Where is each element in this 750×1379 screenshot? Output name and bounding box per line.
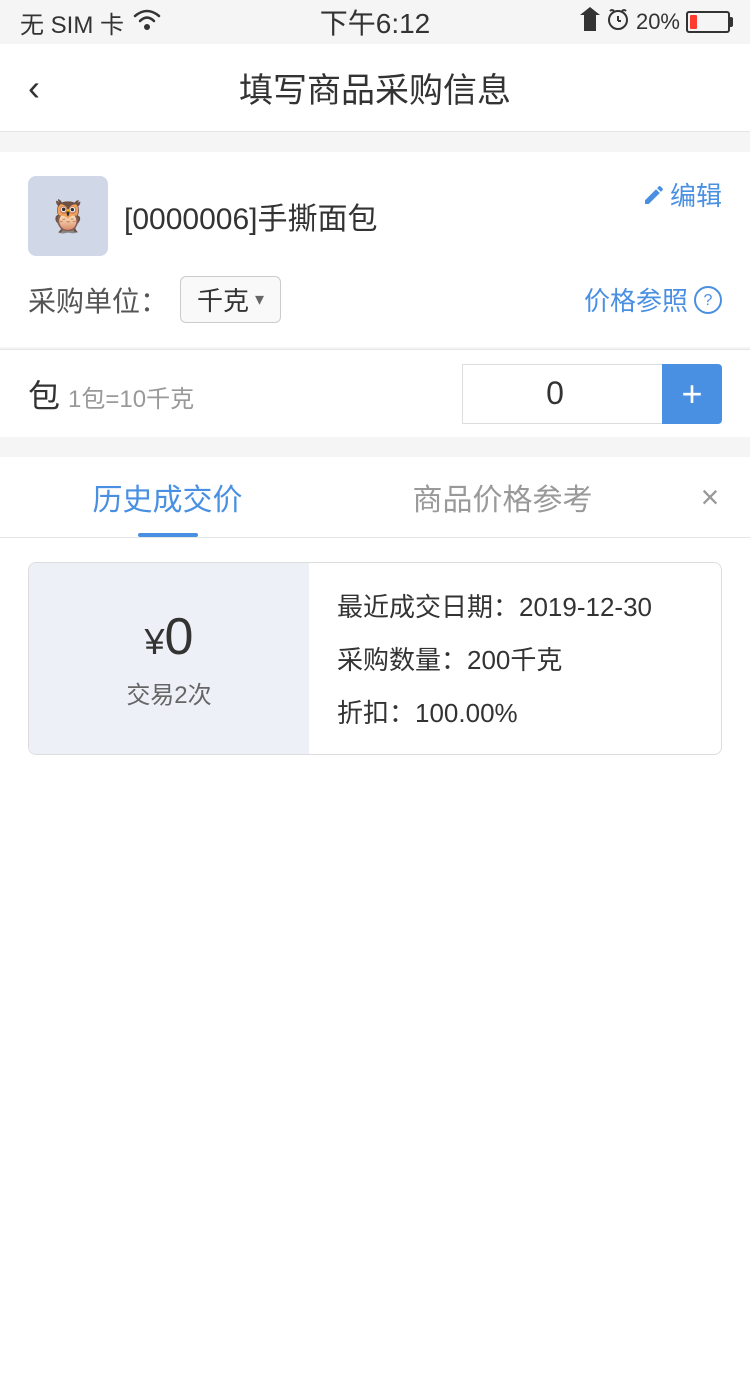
quantity-section: 包 1包=10千克 +: [0, 349, 750, 437]
price-panel: 历史成交价 商品价格参考 × ¥0 交易2次 最近成交日期：2019-12-30…: [0, 457, 750, 779]
currency-symbol: ¥: [145, 621, 165, 662]
product-unit-left: 采购单位： 千克 ▾: [28, 276, 281, 323]
product-section: 🦉 [0000006]手撕面包 编辑 采购单位： 千克 ▾ 价格参照 ?: [0, 152, 750, 347]
price-card-right: 最近成交日期：2019-12-30 采购数量：200千克 折扣：100.00%: [309, 563, 721, 754]
quantity-unit: 包: [28, 371, 60, 417]
quantity-value: 200千克: [467, 645, 562, 675]
alarm-icon: [606, 7, 630, 37]
discount-row: 折扣：100.00%: [337, 693, 693, 730]
price-content: ¥0 交易2次 最近成交日期：2019-12-30 采购数量：200千克 折扣：…: [0, 538, 750, 779]
price-value: 0: [165, 608, 194, 666]
nav-bar: ‹ 填写商品采购信息: [0, 44, 750, 132]
product-icon-image: 🦉: [48, 197, 88, 235]
status-time: 下午6:12: [320, 2, 431, 42]
discount-label: 折扣：: [337, 698, 415, 728]
chevron-down-icon: ▾: [255, 289, 264, 310]
page-title: 填写商品采购信息: [239, 63, 511, 112]
carrier-text: 无 SIM 卡: [20, 5, 124, 40]
unit-label: 采购单位：: [28, 280, 168, 320]
quantity-label-text: 采购数量：: [337, 645, 467, 675]
product-header: 🦉 [0000006]手撕面包 编辑: [28, 176, 722, 256]
unit-dropdown[interactable]: 千克 ▾: [180, 276, 281, 323]
svg-text:?: ?: [704, 292, 713, 309]
product-edit-button[interactable]: 编辑: [642, 176, 722, 213]
recent-date-row: 最近成交日期：2019-12-30: [337, 587, 693, 624]
price-card: ¥0 交易2次 最近成交日期：2019-12-30 采购数量：200千克 折扣：…: [28, 562, 722, 755]
product-icon: 🦉: [28, 176, 108, 256]
product-unit-row: 采购单位： 千克 ▾ 价格参照 ?: [28, 276, 722, 323]
price-amount: ¥0: [145, 607, 194, 667]
trade-count: 交易2次: [126, 675, 211, 710]
info-icon: ?: [694, 286, 722, 314]
close-panel-button[interactable]: ×: [670, 457, 750, 537]
price-panel-tabs: 历史成交价 商品价格参考 ×: [0, 457, 750, 538]
status-left: 无 SIM 卡: [20, 5, 162, 40]
tab-history-label: 历史成交价: [93, 475, 243, 519]
status-right: 20%: [580, 7, 730, 37]
quantity-hint: 1包=10千克: [68, 379, 194, 414]
product-name: [0000006]手撕面包: [124, 194, 377, 238]
quantity-input-group: +: [462, 364, 722, 424]
price-reference-button[interactable]: 价格参照 ?: [584, 281, 722, 318]
battery-icon: [686, 11, 730, 33]
tab-history-price[interactable]: 历史成交价: [0, 457, 335, 537]
unit-value: 千克: [197, 281, 249, 318]
edit-icon: [642, 183, 666, 207]
recent-date-value: 2019-12-30: [519, 592, 652, 622]
quantity-row: 采购数量：200千克: [337, 640, 693, 677]
battery-percent: 20%: [636, 9, 680, 35]
quantity-label: 包 1包=10千克: [28, 371, 194, 417]
quantity-input[interactable]: [462, 364, 662, 424]
product-left: 🦉 [0000006]手撕面包: [28, 176, 377, 256]
recent-date-label: 最近成交日期：: [337, 592, 519, 622]
tab-product-label: 商品价格参考: [413, 475, 593, 519]
price-card-left: ¥0 交易2次: [29, 563, 309, 754]
back-button[interactable]: ‹: [28, 67, 40, 109]
quantity-plus-button[interactable]: +: [662, 364, 722, 424]
price-ref-label: 价格参照: [584, 281, 688, 318]
discount-value: 100.00%: [415, 698, 518, 728]
tab-product-price-ref[interactable]: 商品价格参考: [335, 457, 670, 537]
status-bar: 无 SIM 卡 下午6:12 20%: [0, 0, 750, 44]
bottom-area: [0, 779, 750, 1379]
wifi-icon: [132, 8, 162, 37]
location-icon: [580, 7, 600, 37]
edit-label: 编辑: [670, 176, 722, 213]
